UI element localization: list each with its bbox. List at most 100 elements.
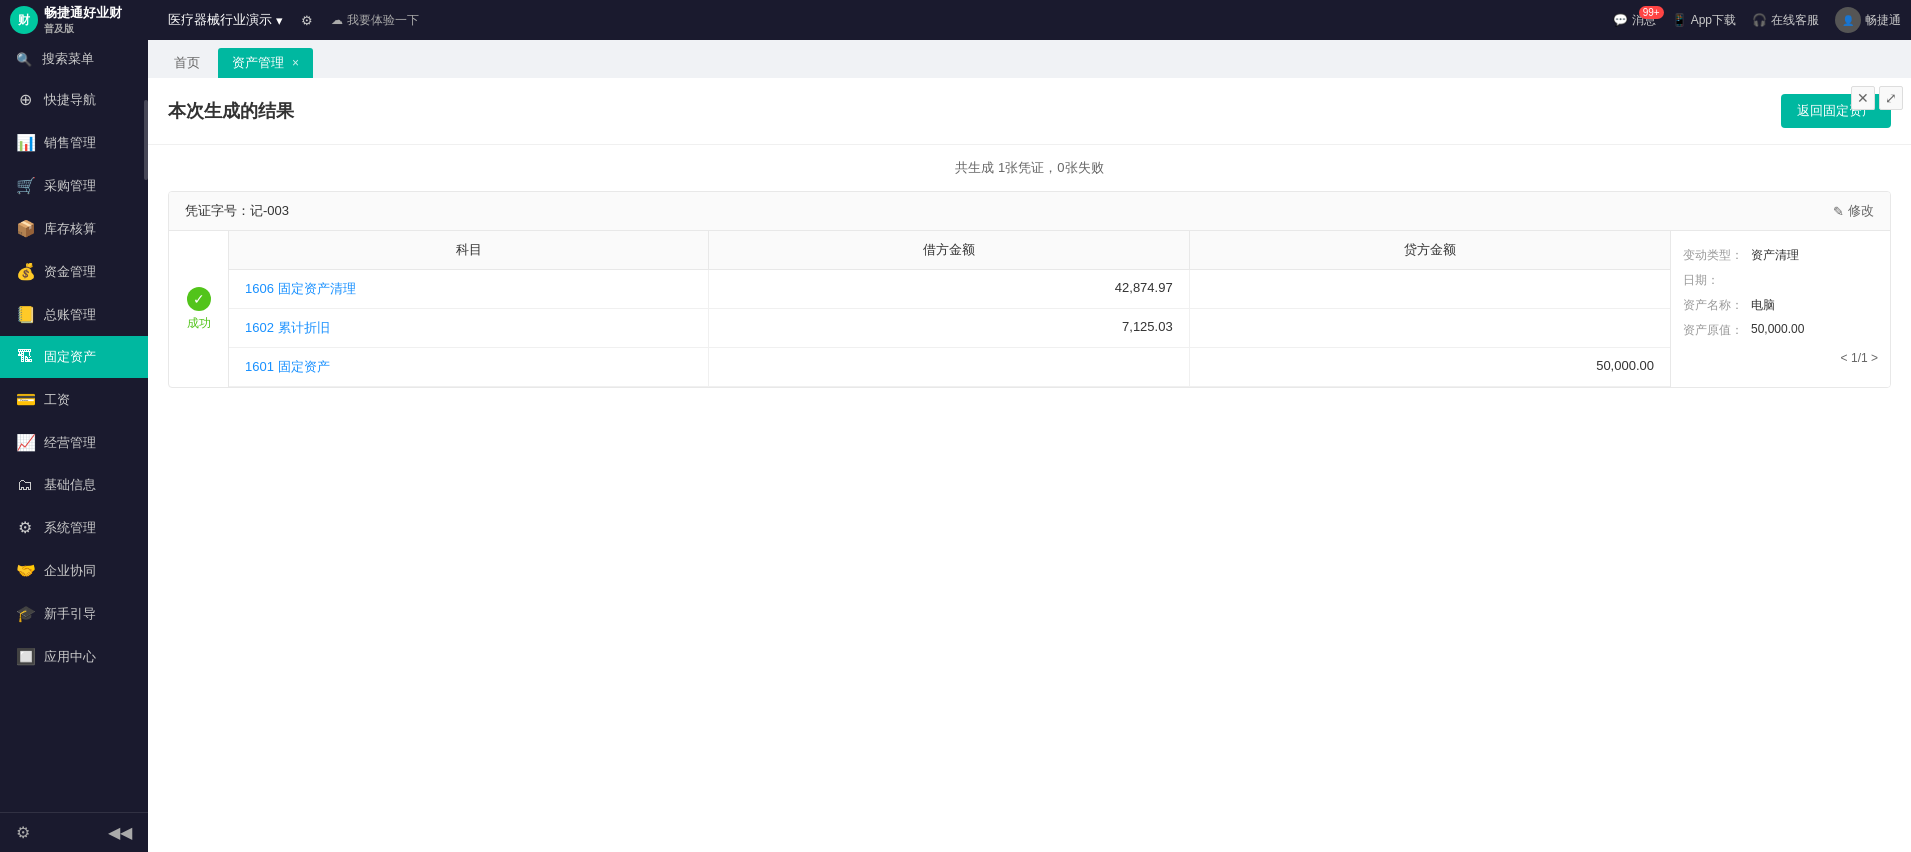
sidebar-bottom: ⚙ ◀◀ — [0, 812, 148, 852]
purchase-icon: 🛒 — [16, 176, 34, 195]
online-service-label: 在线客服 — [1771, 12, 1819, 29]
messages-badge: 99+ — [1639, 6, 1664, 19]
voucher-number: 凭证字号：记-003 — [185, 202, 289, 220]
edit-button[interactable]: ✎ 修改 — [1833, 202, 1874, 220]
sidebar-item-system[interactable]: ⚙ 系统管理 — [0, 506, 148, 549]
side-info-date: 日期： — [1683, 268, 1878, 293]
sidebar-settings-icon[interactable]: ⚙ — [16, 823, 30, 842]
home-icon: ⊕ — [16, 90, 34, 109]
app-logo: 财 畅捷通好业财 普及版 — [10, 4, 158, 36]
sidebar-collapse-icon[interactable]: ◀◀ — [108, 823, 132, 842]
original-value-label: 资产原值： — [1683, 322, 1743, 339]
sidebar-item-capital[interactable]: 💰 资金管理 — [0, 250, 148, 293]
system-icon: ⚙ — [16, 518, 34, 537]
cell-subject-1[interactable]: 1606 固定资产清理 — [229, 270, 709, 308]
inventory-icon: 📦 — [16, 219, 34, 238]
side-info-panel: 变动类型： 资产清理 日期： 资产名称： 电脑 资产原值： — [1670, 231, 1890, 387]
sidebar-item-inventory[interactable]: 📦 库存核算 — [0, 207, 148, 250]
next-icon[interactable]: > — [1871, 351, 1878, 365]
side-info-asset-name: 资产名称： 电脑 — [1683, 293, 1878, 318]
cell-credit-3: 50,000.00 — [1190, 348, 1670, 386]
fixed-assets-icon: 🏗 — [16, 348, 34, 366]
topbar-center: 医疗器械行业演示 ▾ ⚙ ☁ 我要体验一下 — [158, 6, 1613, 34]
prev-icon[interactable]: < — [1841, 351, 1848, 365]
capital-icon: 💰 — [16, 262, 34, 281]
table-row: 1602 累计折旧 7,125.03 — [229, 309, 1670, 348]
sidebar-item-label: 新手引导 — [44, 605, 96, 623]
messages-button[interactable]: 💬 消息 99+ — [1613, 12, 1656, 29]
date-label: 日期： — [1683, 272, 1738, 289]
result-panel: 凭证字号：记-003 ✎ 修改 ✓ 成功 — [168, 191, 1891, 388]
avatar: 👤 — [1835, 7, 1861, 33]
cell-subject-2[interactable]: 1602 累计折旧 — [229, 309, 709, 347]
sidebar-item-purchase[interactable]: 🛒 采购管理 — [0, 164, 148, 207]
sidebar-scroll: ⊕ 快捷导航 📊 销售管理 🛒 采购管理 📦 库存核算 💰 资金管理 📒 — [0, 78, 148, 812]
sidebar-item-app-center[interactable]: 🔲 应用中心 — [0, 635, 148, 678]
search-icon: 🔍 — [16, 52, 32, 67]
expand-panel-button[interactable]: ⤢ — [1879, 86, 1903, 110]
company-selector[interactable]: 医疗器械行业演示 ▾ — [168, 11, 283, 29]
original-value-value: 50,000.00 — [1751, 322, 1804, 339]
cell-debit-1: 42,874.97 — [709, 270, 1189, 308]
sidebar-item-operations[interactable]: 📈 经营管理 — [0, 421, 148, 464]
success-column: ✓ 成功 — [169, 231, 229, 387]
trial-button[interactable]: ☁ 我要体验一下 — [331, 12, 419, 29]
sidebar-item-sales[interactable]: 📊 销售管理 — [0, 121, 148, 164]
sidebar-item-label: 工资 — [44, 391, 70, 409]
sidebar-item-basic-info[interactable]: 🗂 基础信息 — [0, 464, 148, 506]
search-menu-button[interactable]: 🔍 搜索菜单 — [0, 40, 148, 78]
sidebar-item-fixed-assets[interactable]: 🏗 固定资产 — [0, 336, 148, 378]
tab-asset-management[interactable]: 资产管理 × — [218, 48, 313, 78]
asset-name-value: 电脑 — [1751, 297, 1775, 314]
sales-icon: 📊 — [16, 133, 34, 152]
sidebar-item-ledger[interactable]: 📒 总账管理 — [0, 293, 148, 336]
topbar: 财 畅捷通好业财 普及版 医疗器械行业演示 ▾ ⚙ ☁ 我要体验一下 💬 消息 … — [0, 0, 1911, 40]
tab-close-icon[interactable]: × — [292, 56, 299, 70]
sidebar: 🔍 搜索菜单 ⊕ 快捷导航 📊 销售管理 🛒 采购管理 📦 库存核算 💰 — [0, 40, 148, 852]
sidebar-item-label: 采购管理 — [44, 177, 96, 195]
header-credit: 贷方金额 — [1190, 231, 1670, 269]
sidebar-item-quick-nav[interactable]: ⊕ 快捷导航 — [0, 78, 148, 121]
sidebar-item-label: 快捷导航 — [44, 91, 96, 109]
user-menu[interactable]: 👤 畅捷通 — [1835, 7, 1901, 33]
cell-subject-3[interactable]: 1601 固定资产 — [229, 348, 709, 386]
sidebar-item-label: 资金管理 — [44, 263, 96, 281]
sidebar-item-label: 库存核算 — [44, 220, 96, 238]
app-download-icon: 📱 — [1672, 13, 1687, 27]
sidebar-item-label: 总账管理 — [44, 306, 96, 324]
cell-credit-2 — [1190, 309, 1670, 347]
tab-bar: 首页 资产管理 × — [148, 40, 1911, 78]
sidebar-item-label: 销售管理 — [44, 134, 96, 152]
cooperation-icon: 🤝 — [16, 561, 34, 580]
app-download-button[interactable]: 📱 App下载 — [1672, 12, 1736, 29]
sidebar-item-label: 系统管理 — [44, 519, 96, 537]
page-content: ✕ ⤢ 本次生成的结果 返回固定资产 共生成 1张凭证，0张失败 凭证字号：记-… — [148, 78, 1911, 852]
page-header: 本次生成的结果 返回固定资产 — [148, 78, 1911, 145]
settings-icon[interactable]: ⚙ — [293, 6, 321, 34]
close-panel-button[interactable]: ✕ — [1851, 86, 1875, 110]
sidebar-item-cooperation[interactable]: 🤝 企业协同 — [0, 549, 148, 592]
app-center-icon: 🔲 — [16, 647, 34, 666]
change-type-value: 资产清理 — [1751, 247, 1799, 264]
payroll-icon: 💳 — [16, 390, 34, 409]
asset-name-label: 资产名称： — [1683, 297, 1743, 314]
sidebar-item-payroll[interactable]: 💳 工资 — [0, 378, 148, 421]
pagination[interactable]: < 1/1 > — [1683, 351, 1878, 365]
summary-text: 共生成 1张凭证，0张失败 — [955, 160, 1103, 175]
tab-home[interactable]: 首页 — [160, 48, 214, 78]
app-download-label: App下载 — [1691, 12, 1736, 29]
logo-icon: 财 — [10, 6, 38, 34]
voucher-header: 凭证字号：记-003 ✎ 修改 — [169, 192, 1890, 231]
messages-icon: 💬 — [1613, 13, 1628, 27]
online-service-button[interactable]: 🎧 在线客服 — [1752, 12, 1819, 29]
sidebar-item-label: 基础信息 — [44, 476, 96, 494]
sidebar-item-guide[interactable]: 🎓 新手引导 — [0, 592, 148, 635]
cell-credit-1 — [1190, 270, 1670, 308]
company-name: 医疗器械行业演示 — [168, 11, 272, 29]
header-debit: 借方金额 — [709, 231, 1189, 269]
topbar-right: 💬 消息 99+ 📱 App下载 🎧 在线客服 👤 畅捷通 — [1613, 7, 1901, 33]
side-info-original-value: 资产原值： 50,000.00 — [1683, 318, 1878, 343]
header-subject: 科目 — [229, 231, 709, 269]
success-text: 成功 — [187, 315, 211, 332]
voucher-table: 科目 借方金额 贷方金额 1606 固定资产清理 42,874.97 16 — [229, 231, 1670, 387]
